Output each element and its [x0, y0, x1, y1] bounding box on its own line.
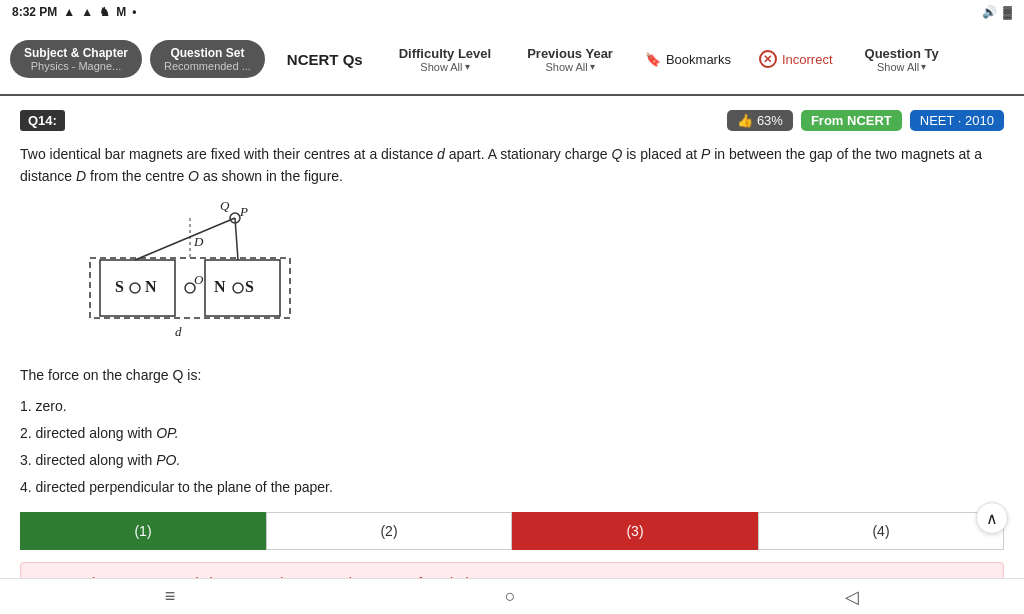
answer-btn-3[interactable]: (3)	[512, 512, 758, 550]
neet-badge: NEET · 2010	[910, 110, 1004, 131]
svg-text:P: P	[239, 204, 248, 219]
feedback-text: We see that your answer is incorrect, Pl…	[37, 575, 490, 578]
svg-text:N: N	[214, 278, 226, 295]
previous-year-value: Show All ▾	[545, 61, 594, 73]
battery-icon: ▓	[1003, 5, 1012, 19]
option-3: 3. directed along with PO.	[20, 450, 1004, 471]
option-2-num: 2.	[20, 425, 32, 441]
difficulty-filter[interactable]: Difficulty Level Show All ▾	[385, 42, 505, 77]
answer-btn-2[interactable]: (2)	[266, 512, 512, 550]
svg-text:S: S	[245, 278, 254, 295]
main-content: Q14: 👍 63% From NCERT NEET · 2010 Two id…	[0, 96, 1024, 578]
svg-line-15	[235, 218, 238, 260]
option-4: 4. directed perpendicular to the plane o…	[20, 477, 1004, 498]
thumbs-icon: 👍	[737, 113, 753, 128]
subject-chapter-pill[interactable]: Subject & Chapter Physics - Magne...	[10, 40, 142, 78]
question-number: Q14:	[20, 110, 65, 131]
subject-chapter-sub: Physics - Magne...	[24, 60, 128, 72]
bookmarks-button[interactable]: 🔖 Bookmarks	[635, 52, 741, 67]
time: 8:32 PM	[12, 5, 57, 19]
incorrect-label: Incorrect	[782, 52, 833, 67]
signal-icon: ▲	[63, 5, 75, 19]
previous-year-label: Previous Year	[527, 46, 613, 61]
top-nav: Subject & Chapter Physics - Magne... Que…	[0, 24, 1024, 96]
svg-text:D: D	[193, 234, 204, 249]
option-4-text: directed perpendicular to the plane of t…	[36, 479, 333, 495]
svg-text:O: O	[194, 272, 204, 287]
svg-point-7	[233, 283, 243, 293]
svg-line-14	[135, 218, 235, 260]
svg-text:N: N	[145, 278, 157, 295]
previous-year-chevron: ▾	[590, 61, 595, 72]
option-1-num: 1.	[20, 398, 32, 414]
wifi-icon: ▲	[81, 5, 93, 19]
svg-text:S: S	[115, 278, 124, 295]
diagram-svg: S N N S O P Q D d	[20, 198, 360, 348]
scroll-up-icon: ∧	[986, 509, 998, 528]
option-3-num: 3.	[20, 452, 32, 468]
diagram-container: S N N S O P Q D d	[20, 198, 1004, 348]
dot-icon: •	[132, 5, 136, 19]
question-set-sub: Recommended ...	[164, 60, 251, 72]
answer-btn-1[interactable]: (1)	[20, 512, 266, 550]
volume-icon: 🔊	[982, 5, 997, 19]
bottom-nav: ≡ ○ ◁	[0, 578, 1024, 614]
incorrect-icon: ✕	[759, 50, 777, 68]
svg-rect-1	[100, 260, 175, 316]
question-meta: 👍 63% From NCERT NEET · 2010	[727, 110, 1004, 131]
bookmarks-label: Bookmarks	[666, 52, 731, 67]
question-header: Q14: 👍 63% From NCERT NEET · 2010	[20, 110, 1004, 131]
bookmark-icon: 🔖	[645, 52, 661, 67]
feedback-box: We see that your answer is incorrect, Pl…	[20, 562, 1004, 578]
question-set-pill[interactable]: Question Set Recommended ...	[150, 40, 265, 78]
mail-icon: M	[116, 5, 126, 19]
force-question: The force on the charge Q is:	[20, 364, 1004, 386]
difficulty-label: Difficulty Level	[399, 46, 491, 61]
scroll-up-button[interactable]: ∧	[976, 502, 1008, 534]
difficulty-chevron: ▾	[465, 61, 470, 72]
previous-year-filter[interactable]: Previous Year Show All ▾	[513, 42, 627, 77]
incorrect-button[interactable]: ✕ Incorrect	[749, 50, 843, 68]
question-type-value: Show All ▾	[877, 61, 926, 73]
home-icon[interactable]: ○	[485, 586, 536, 607]
options-list: 1. zero. 2. directed along with OP. 3. d…	[20, 396, 1004, 498]
status-bar-right: 🔊 ▓	[982, 5, 1012, 19]
difficulty-value: Show All ▾	[420, 61, 469, 73]
question-type-chevron: ▾	[921, 61, 926, 72]
question-text: Two identical bar magnets are fixed with…	[20, 143, 1004, 188]
thumbs-badge: 👍 63%	[727, 110, 793, 131]
option-2: 2. directed along with OP.	[20, 423, 1004, 444]
chess-icon: ♞	[99, 5, 110, 19]
subject-chapter-title: Subject & Chapter	[24, 46, 128, 60]
answer-buttons: (1) (2) (3) (4)	[20, 512, 1004, 550]
back-icon[interactable]: ◁	[825, 586, 879, 608]
option-1: 1. zero.	[20, 396, 1004, 417]
ncert-qs-label[interactable]: NCERT Qs	[273, 51, 377, 68]
menu-icon[interactable]: ≡	[145, 586, 196, 607]
question-type-filter[interactable]: Question Ty Show All ▾	[851, 42, 953, 77]
ncert-badge: From NCERT	[801, 110, 902, 131]
question-set-title: Question Set	[164, 46, 251, 60]
option-4-num: 4.	[20, 479, 32, 495]
status-bar-left: 8:32 PM ▲ ▲ ♞ M •	[12, 5, 136, 19]
question-type-label: Question Ty	[865, 46, 939, 61]
svg-text:Q: Q	[220, 198, 230, 213]
svg-text:d: d	[175, 324, 182, 339]
answer-btn-4[interactable]: (4)	[758, 512, 1004, 550]
svg-point-3	[130, 283, 140, 293]
option-1-text: zero.	[36, 398, 67, 414]
thumbs-percent: 63%	[757, 113, 783, 128]
status-bar: 8:32 PM ▲ ▲ ♞ M • 🔊 ▓	[0, 0, 1024, 24]
